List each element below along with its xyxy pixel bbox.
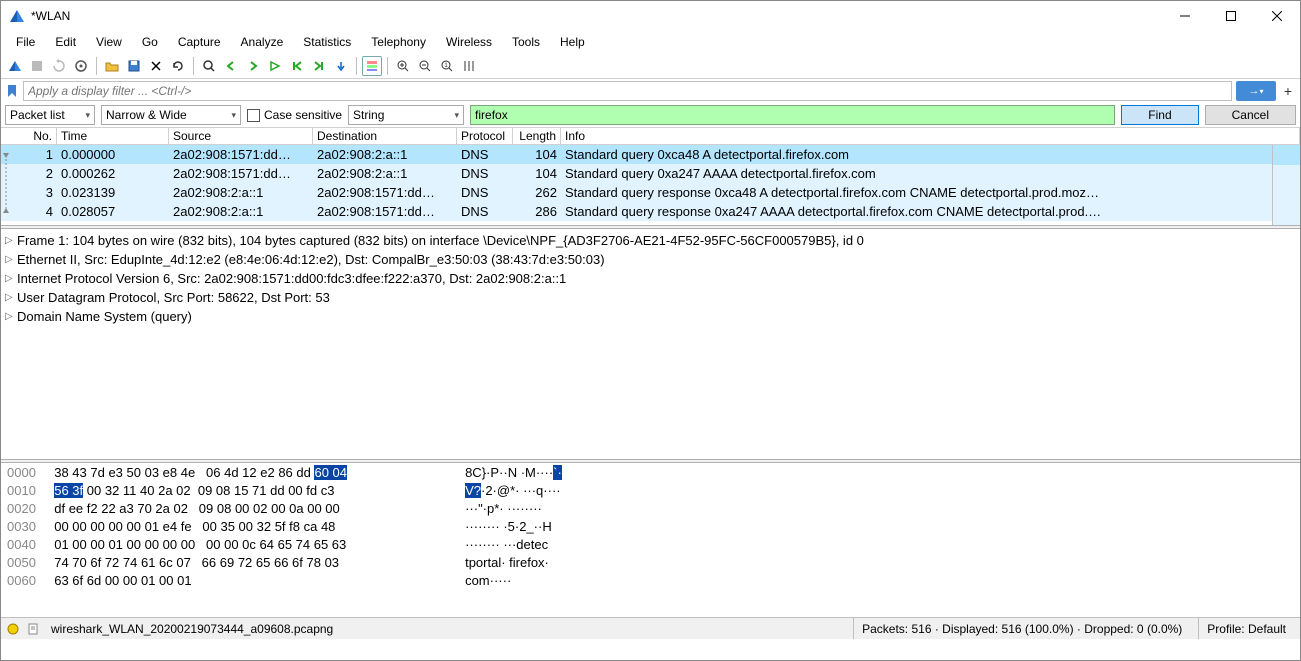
find-input[interactable] xyxy=(470,105,1115,125)
add-filter-button[interactable]: + xyxy=(1280,83,1296,99)
status-bar: wireshark_WLAN_20200219073444_a09608.pca… xyxy=(1,617,1300,639)
packet-bytes[interactable]: 0000 38 43 7d e3 50 03 e8 4e 06 4d 12 e2… xyxy=(1,463,1300,617)
packet-list[interactable]: 10.0000002a02:908:1571:dd…2a02:908:2:a::… xyxy=(1,145,1300,225)
find-button[interactable]: Find xyxy=(1121,105,1198,125)
status-file: wireshark_WLAN_20200219073444_a09608.pca… xyxy=(47,622,845,636)
hex-line[interactable]: 0050 74 70 6f 72 74 61 6c 07 66 69 72 65… xyxy=(7,555,1300,573)
column-info: Info xyxy=(561,128,1300,144)
zoom-in-icon[interactable] xyxy=(393,56,413,76)
column-protocol: Protocol xyxy=(457,128,513,144)
packet-details[interactable]: ▷Frame 1: 104 bytes on wire (832 bits), … xyxy=(1,229,1300,459)
menu-bar: FileEditViewGoCaptureAnalyzeStatisticsTe… xyxy=(1,31,1300,53)
maximize-button[interactable] xyxy=(1208,1,1254,31)
menu-capture[interactable]: Capture xyxy=(169,33,230,51)
column-destination: Destination xyxy=(313,128,457,144)
hex-line[interactable]: 0000 38 43 7d e3 50 03 e8 4e 06 4d 12 e2… xyxy=(7,465,1300,483)
hex-line[interactable]: 0040 01 00 00 01 00 00 00 00 00 00 0c 64… xyxy=(7,537,1300,555)
menu-view[interactable]: View xyxy=(87,33,131,51)
zoom-reset-icon[interactable]: 1 xyxy=(437,56,457,76)
find-type-combo[interactable]: String▾ xyxy=(348,105,464,125)
shark-fin-icon[interactable] xyxy=(5,56,25,76)
open-file-icon[interactable] xyxy=(102,56,122,76)
title-bar: *WLAN xyxy=(1,1,1300,31)
restart-capture-icon[interactable] xyxy=(49,56,69,76)
hex-line[interactable]: 0010 56 3f 00 32 11 40 2a 02 09 08 15 71… xyxy=(7,483,1300,501)
go-first-icon[interactable] xyxy=(287,56,307,76)
main-toolbar: 1 xyxy=(1,53,1300,79)
capture-file-properties-icon[interactable] xyxy=(27,623,39,635)
packet-row[interactable]: 20.0002622a02:908:1571:dd…2a02:908:2:a::… xyxy=(1,164,1300,183)
auto-scroll-icon[interactable] xyxy=(331,56,351,76)
menu-tools[interactable]: Tools xyxy=(503,33,549,51)
hex-line[interactable]: 0060 63 6f 6d 00 00 01 00 01 com····· xyxy=(7,573,1300,591)
bookmark-icon[interactable] xyxy=(5,84,19,98)
apply-filter-button[interactable]: →▾ xyxy=(1236,81,1276,101)
column-time: Time xyxy=(57,128,169,144)
display-filter-bar: →▾ + xyxy=(1,79,1300,103)
case-sensitive-checkbox[interactable]: Case sensitive xyxy=(247,108,342,122)
expert-info-icon[interactable] xyxy=(7,623,19,635)
menu-statistics[interactable]: Statistics xyxy=(294,33,360,51)
hex-line[interactable]: 0030 00 00 00 00 00 01 e4 fe 00 35 00 32… xyxy=(7,519,1300,537)
save-file-icon[interactable] xyxy=(124,56,144,76)
hex-line[interactable]: 0020 df ee f2 22 a3 70 2a 02 09 08 00 02… xyxy=(7,501,1300,519)
menu-go[interactable]: Go xyxy=(133,33,167,51)
app-icon xyxy=(9,8,25,24)
go-last-icon[interactable] xyxy=(309,56,329,76)
packet-row[interactable]: 40.0280572a02:908:2:a::12a02:908:1571:dd… xyxy=(1,202,1300,221)
menu-wireless[interactable]: Wireless xyxy=(437,33,501,51)
column-no: No. xyxy=(1,128,57,144)
detail-line[interactable]: ▷User Datagram Protocol, Src Port: 58622… xyxy=(1,288,1300,307)
display-filter-input[interactable] xyxy=(23,81,1232,101)
go-back-icon[interactable] xyxy=(221,56,241,76)
menu-help[interactable]: Help xyxy=(551,33,594,51)
detail-line[interactable]: ▷Frame 1: 104 bytes on wire (832 bits), … xyxy=(1,231,1300,250)
capture-options-icon[interactable] xyxy=(71,56,91,76)
minimize-button[interactable] xyxy=(1162,1,1208,31)
menu-edit[interactable]: Edit xyxy=(46,33,85,51)
find-bar: Packet list▾ Narrow & Wide▾ Case sensiti… xyxy=(1,103,1300,127)
close-file-icon[interactable] xyxy=(146,56,166,76)
stop-capture-icon[interactable] xyxy=(27,56,47,76)
column-length: Length xyxy=(513,128,561,144)
status-profile[interactable]: Profile: Default xyxy=(1198,618,1294,639)
colorize-icon[interactable] xyxy=(362,56,382,76)
close-button[interactable] xyxy=(1254,1,1300,31)
status-packets: Packets: 516 · Displayed: 516 (100.0%) ·… xyxy=(853,618,1190,639)
window-title: *WLAN xyxy=(31,9,1162,23)
column-source: Source xyxy=(169,128,313,144)
packet-row[interactable]: 10.0000002a02:908:1571:dd…2a02:908:2:a::… xyxy=(1,145,1300,164)
menu-analyze[interactable]: Analyze xyxy=(232,33,293,51)
reload-icon[interactable] xyxy=(168,56,188,76)
go-forward-icon[interactable] xyxy=(243,56,263,76)
find-width-combo[interactable]: Narrow & Wide▾ xyxy=(101,105,241,125)
cancel-button[interactable]: Cancel xyxy=(1205,105,1296,125)
packet-row[interactable]: 30.0231392a02:908:2:a::12a02:908:1571:dd… xyxy=(1,183,1300,202)
find-packet-icon[interactable] xyxy=(199,56,219,76)
menu-file[interactable]: File xyxy=(7,33,44,51)
go-to-packet-icon[interactable] xyxy=(265,56,285,76)
packet-list-header[interactable]: No. Time Source Destination Protocol Len… xyxy=(1,127,1300,145)
find-scope-combo[interactable]: Packet list▾ xyxy=(5,105,95,125)
detail-line[interactable]: ▷Ethernet II, Src: EdupInte_4d:12:e2 (e8… xyxy=(1,250,1300,269)
detail-line[interactable]: ▷Internet Protocol Version 6, Src: 2a02:… xyxy=(1,269,1300,288)
scroll-overview[interactable] xyxy=(1272,145,1300,225)
zoom-out-icon[interactable] xyxy=(415,56,435,76)
detail-line[interactable]: ▷Domain Name System (query) xyxy=(1,307,1300,326)
menu-telephony[interactable]: Telephony xyxy=(362,33,435,51)
resize-columns-icon[interactable] xyxy=(459,56,479,76)
